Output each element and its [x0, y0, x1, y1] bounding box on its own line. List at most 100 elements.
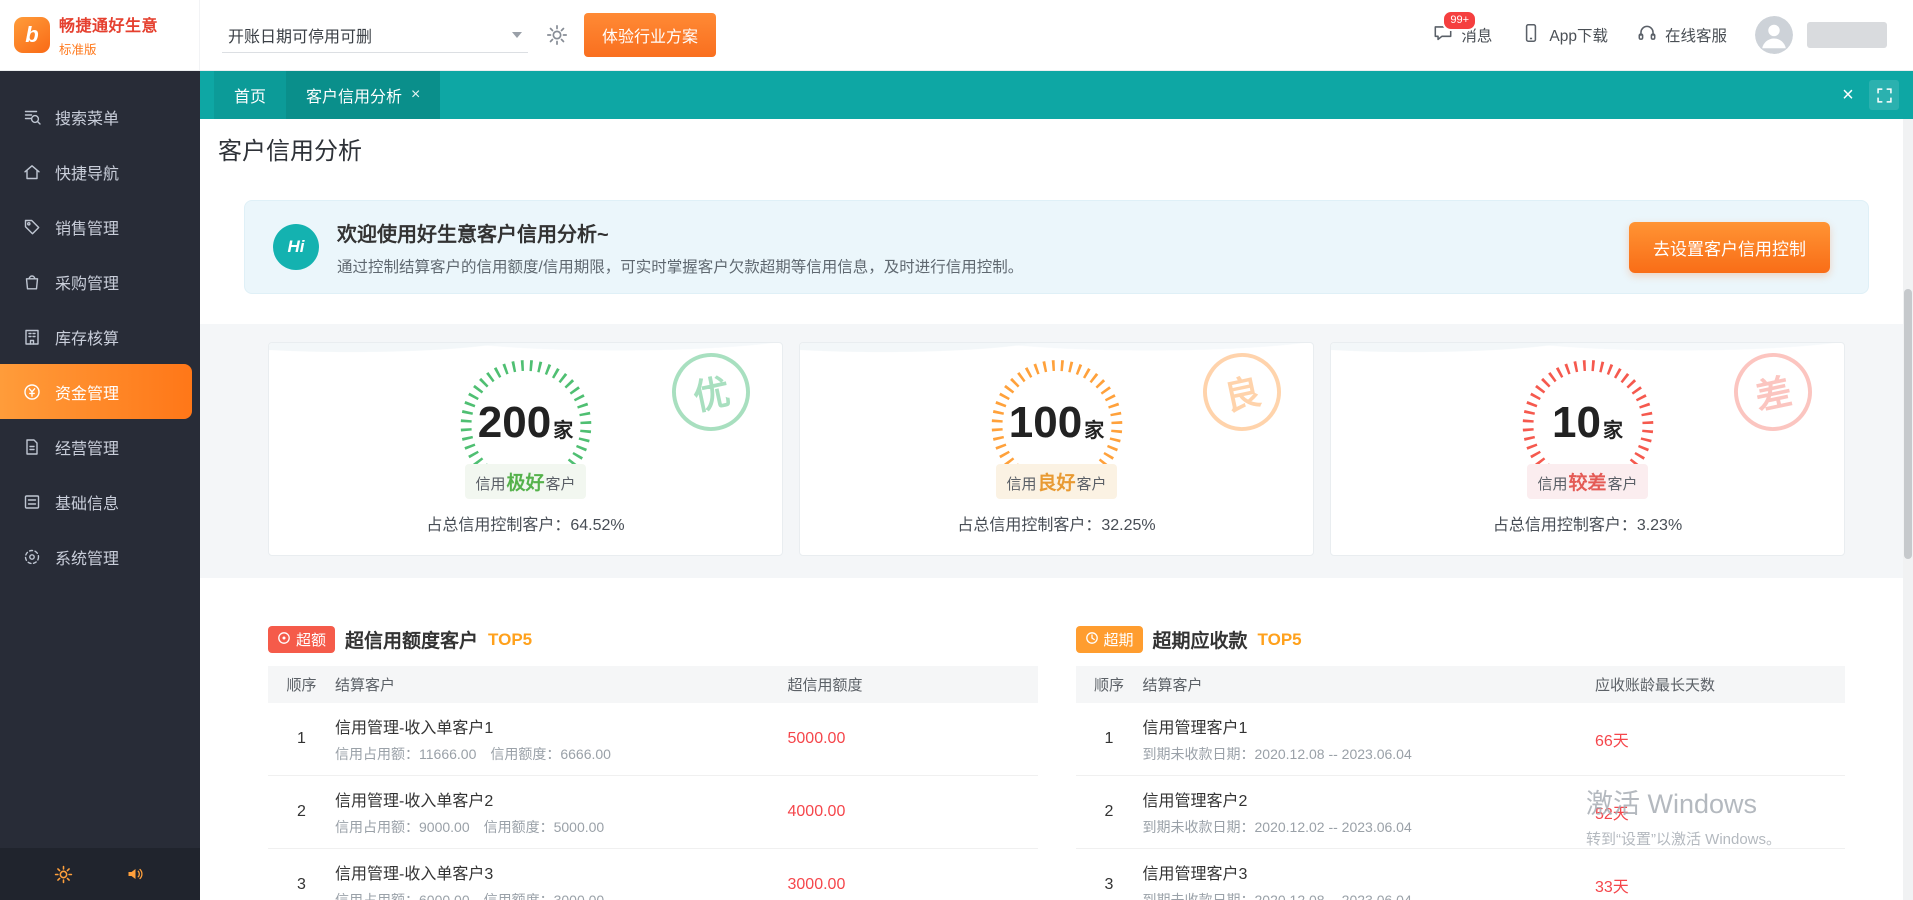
banner-title: 欢迎使用好生意客户信用分析~	[337, 223, 609, 246]
tab-actions: ×	[1833, 71, 1913, 119]
warehouse-icon	[22, 327, 42, 347]
sidebar-item-label: 资金管理	[55, 385, 120, 403]
gauge-value: 10 家	[1552, 398, 1623, 447]
hi-icon: Hi	[273, 224, 319, 270]
customer-name: 信用管理-收入单客户1	[335, 720, 494, 737]
brand-name: 畅捷通好生意	[59, 18, 159, 35]
row-index: 2	[297, 803, 306, 820]
sidebar-item-funds[interactable]: 资金管理	[0, 364, 192, 419]
vertical-scrollbar[interactable]	[1903, 119, 1913, 900]
banner-texts: 欢迎使用好生意客户信用分析~ 通过控制结算客户的信用额度/信用期限，可实时掌握客…	[337, 218, 1023, 277]
customer-name: 信用管理-收入单客户3	[335, 866, 494, 883]
close-window-icon[interactable]: ×	[1833, 80, 1863, 110]
grade-badge: 信用 较差 客户	[1527, 464, 1648, 499]
clock-icon	[1085, 631, 1099, 649]
sidebar: 搜索菜单 快捷导航 销售管理 采购管理 库存核算 资金管理 经营管理 基础信息 …	[0, 71, 200, 900]
sidebar-item-search-menu[interactable]: 搜索菜单	[0, 89, 200, 144]
tag-icon	[22, 217, 42, 237]
sidebar-item-inventory[interactable]: 库存核算	[0, 309, 200, 364]
sidebar-item-label: 销售管理	[55, 220, 120, 238]
sidebar-item-quick-nav[interactable]: 快捷导航	[0, 144, 200, 199]
tab-customer-credit-analysis[interactable]: 客户信用分析 ×	[286, 71, 441, 119]
customer-detail: 信用占用额：6000.00 信用额度：3000.00	[335, 892, 605, 900]
sidebar-item-label: 基础信息	[55, 495, 120, 513]
table-title: 超信用额度客户	[345, 631, 479, 652]
topbar-right-cluster: 99+ 消息 App下载 在线客服	[1432, 9, 1913, 54]
speaker-icon[interactable]	[126, 864, 146, 884]
sidebar-item-sales[interactable]: 销售管理	[0, 199, 200, 254]
list-icon	[22, 492, 42, 512]
gauge-cards: 200 家 信用 极好 客户 占总信用控制客户：64.52% 优 100 家 信用 良好	[268, 342, 1845, 556]
chevron-down-icon	[512, 31, 522, 38]
sidebar-item-purchase[interactable]: 采购管理	[0, 254, 200, 309]
stamp-poor: 差	[1726, 345, 1820, 439]
customer-name: 信用管理客户1	[1142, 720, 1248, 737]
sidebar-bottom-bar	[0, 848, 200, 900]
account-date-dropdown-value: 开账日期可停用可删	[228, 28, 373, 46]
document-icon	[22, 437, 42, 457]
tab-label: 客户信用分析	[306, 89, 403, 106]
search-menu-icon	[22, 107, 42, 127]
brand[interactable]: b 畅捷通好生意 标准版	[0, 0, 200, 70]
scrollbar-thumb[interactable]	[1904, 289, 1912, 559]
sidebar-item-label: 快捷导航	[55, 165, 120, 183]
app-download-button[interactable]: App下载	[1520, 22, 1608, 49]
main-content: 客户信用分析 Hi 欢迎使用好生意客户信用分析~ 通过控制结算客户的信用额度/信…	[200, 119, 1913, 900]
welcome-banner: Hi 欢迎使用好生意客户信用分析~ 通过控制结算客户的信用额度/信用期限，可实时…	[244, 200, 1869, 294]
settings-gear-icon[interactable]	[54, 865, 73, 884]
customer-detail: 到期未收款日期：2020.12.02 -- 2023.06.04	[1142, 819, 1412, 835]
stamp-excellent: 优	[664, 345, 758, 439]
target-icon	[277, 631, 291, 649]
sidebar-item-label: 库存核算	[55, 330, 120, 348]
customer-name: 信用管理客户3	[1142, 866, 1248, 883]
top5-label: TOP5	[488, 629, 533, 649]
tab-bar: 首页 客户信用分析 × ×	[200, 71, 1913, 119]
message-count-badge: 99+	[1442, 9, 1478, 31]
gauge-value: 100 家	[1008, 398, 1105, 447]
sidebar-item-base-info[interactable]: 基础信息	[0, 474, 200, 529]
messages-button[interactable]: 99+ 消息	[1432, 9, 1492, 49]
home-icon	[22, 162, 42, 182]
row-index: 1	[297, 730, 306, 747]
setup-credit-control-button[interactable]: 去设置客户信用控制	[1629, 221, 1830, 273]
table-header: 顺序 结算客户 应收账龄最长天数	[1075, 666, 1845, 703]
sidebar-item-operations[interactable]: 经营管理	[0, 419, 200, 474]
settings-gear-icon[interactable]	[546, 24, 568, 46]
banner-subtitle: 通过控制结算客户的信用额度/信用期限，可实时掌握客户欠款超期等信用信息，及时进行…	[337, 258, 1024, 276]
brand-text: 畅捷通好生意 标准版	[59, 12, 158, 58]
over-credit-badge: 超额	[268, 626, 336, 653]
column-header: 结算客户	[1142, 677, 1203, 694]
sidebar-item-label: 搜索菜单	[55, 110, 120, 128]
table-row: 1 信用管理客户1 到期未收款日期：2020.12.08 -- 2023.06.0…	[1075, 703, 1845, 776]
over-credit-table: 顺序 结算客户 超信用额度 1 信用管理-收入单客户1 信用占用额：11666.0…	[268, 666, 1038, 900]
overdue-receivable-table: 顺序 结算客户 应收账龄最长天数 1 信用管理客户1 到期未收款日期：2020.1…	[1075, 666, 1845, 900]
close-tab-icon[interactable]: ×	[411, 86, 420, 104]
tab-home[interactable]: 首页	[214, 71, 287, 119]
phone-icon	[1520, 22, 1542, 49]
sidebar-item-label: 采购管理	[55, 275, 120, 293]
coin-icon	[22, 382, 42, 402]
banner-section: Hi 欢迎使用好生意客户信用分析~ 通过控制结算客户的信用额度/信用期限，可实时…	[200, 178, 1913, 324]
percent-label: 占总信用控制客户：32.25%	[957, 517, 1156, 534]
sidebar-item-system[interactable]: 系统管理	[0, 529, 200, 584]
customer-name: 信用管理-收入单客户2	[335, 793, 494, 810]
percent-label: 占总信用控制客户：64.52%	[426, 517, 625, 534]
overdue-receivable-table-section: 超期 超期应收款 TOP5 顺序 结算客户 应收账龄最长天数 1 信用管理客户1…	[1075, 626, 1845, 900]
over-credit-value: 5000.00	[787, 730, 846, 747]
fullscreen-icon[interactable]	[1869, 80, 1899, 110]
table-title: 超期应收款	[1152, 631, 1248, 652]
user-avatar[interactable]	[1755, 16, 1793, 54]
grade-badge: 信用 良好 客户	[996, 464, 1117, 499]
credit-card-good: 100 家 信用 良好 客户 占总信用控制客户：32.25% 良	[799, 342, 1314, 556]
row-index: 2	[1104, 803, 1114, 820]
page-title: 客户信用分析	[218, 138, 362, 165]
tab-label: 首页	[234, 89, 267, 106]
online-service-button[interactable]: 在线客服	[1636, 22, 1727, 49]
overdue-badge: 超期	[1075, 626, 1143, 653]
industry-solution-button[interactable]: 体验行业方案	[584, 13, 717, 57]
customer-detail: 信用占用额：9000.00 信用额度：5000.00	[335, 819, 605, 835]
overdue-days-value: 33天	[1595, 879, 1629, 896]
system-icon	[22, 547, 42, 567]
table-row: 3 信用管理-收入单客户3 信用占用额：6000.00 信用额度：3000.00 …	[268, 849, 1038, 900]
account-date-dropdown[interactable]: 开账日期可停用可删	[222, 17, 528, 53]
